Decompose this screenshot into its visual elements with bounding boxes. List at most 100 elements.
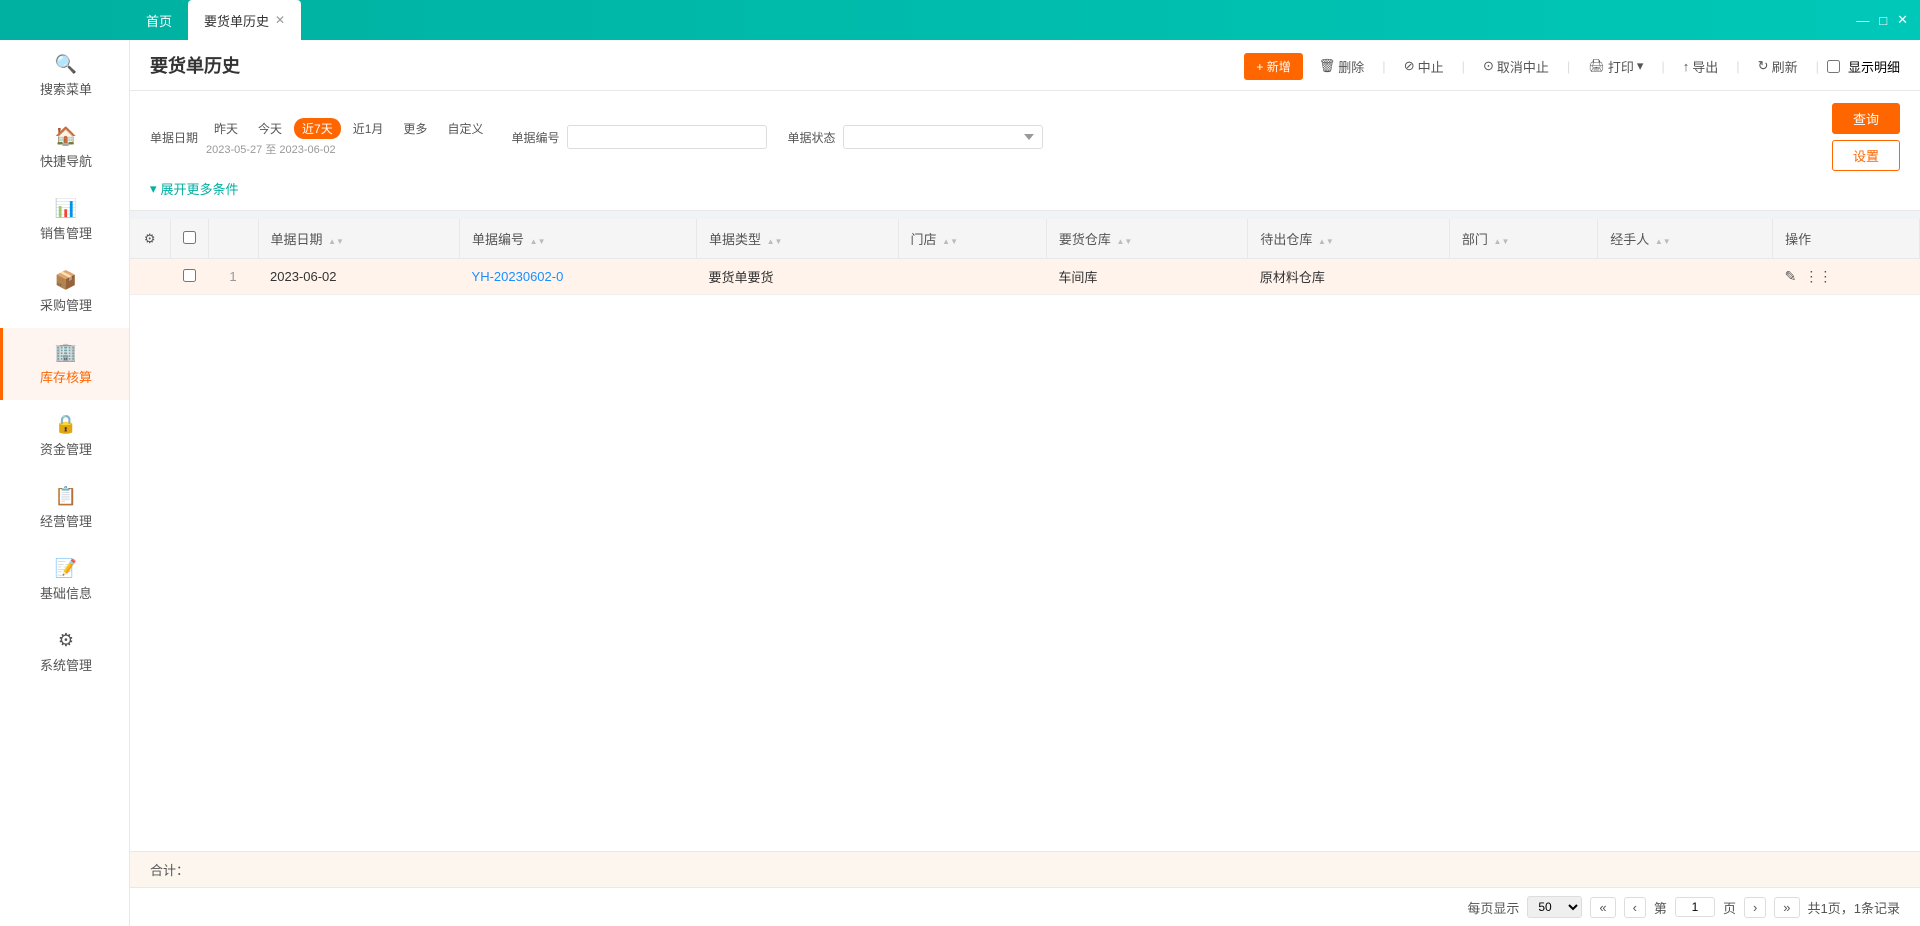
purchase-icon: 📦 xyxy=(55,270,77,291)
tab-home[interactable]: 首页 xyxy=(130,0,188,40)
shortcut-yesterday[interactable]: 昨天 xyxy=(206,118,246,139)
app-body: 🔍 搜索菜单 🏠 快捷导航 📊 销售管理 📦 采购管理 🏢 库存核算 🔒 资金管… xyxy=(0,40,1920,926)
th-checkbox xyxy=(170,219,208,259)
status-label: 单据状态 xyxy=(787,129,835,146)
query-button[interactable]: 查询 xyxy=(1832,103,1900,134)
delete-icon: 🗑 xyxy=(1319,58,1336,74)
th-handler: 经手人 ▲▼ xyxy=(1598,219,1773,259)
settings-gear-icon: ⚙ xyxy=(144,231,156,246)
sort-doc-type-icon[interactable]: ▲▼ xyxy=(767,238,783,246)
toolbar: + 新增 🗑 删除 | ⊘ 中止 | ⊙ 取消中止 | xyxy=(1244,53,1900,90)
sidebar-label-purchase: 采购管理 xyxy=(40,295,92,314)
sidebar-item-operation[interactable]: 📋 经营管理 xyxy=(0,472,129,544)
next-page-button[interactable]: › xyxy=(1744,897,1766,918)
cancel-stop-icon: ⊙ xyxy=(1483,58,1494,74)
home-icon: 🏠 xyxy=(55,126,77,147)
tab-close-icon[interactable]: ✕ xyxy=(275,13,285,27)
th-req-warehouse-label: 要货仓库 xyxy=(1059,232,1111,247)
sort-department-icon[interactable]: ▲▼ xyxy=(1494,238,1510,246)
sidebar-item-sales[interactable]: 📊 销售管理 xyxy=(0,184,129,256)
table-area: ⚙ 单据日期 ▲▼ 单据编号 ▲▼ xyxy=(130,219,1920,851)
page-header: 要货单历史 + 新增 🗑 删除 | ⊘ 中止 | ⊙ 取消中止 xyxy=(130,40,1920,91)
prev-page-button[interactable]: ‹ xyxy=(1624,897,1646,918)
edit-icon[interactable]: ✎ xyxy=(1785,268,1797,285)
page-size-select[interactable]: 10 20 50 100 xyxy=(1527,896,1582,918)
th-department: 部门 ▲▼ xyxy=(1449,219,1597,259)
sidebar-item-inventory[interactable]: 🏢 库存核算 xyxy=(0,328,129,400)
sort-doc-date-icon[interactable]: ▲▼ xyxy=(328,238,344,246)
row-checkbox[interactable] xyxy=(183,269,196,282)
th-store-label: 门店 xyxy=(911,232,937,247)
tab-history-label: 要货单历史 xyxy=(204,11,269,30)
sort-doc-number-icon[interactable]: ▲▼ xyxy=(530,238,546,246)
print-button[interactable]: 🖨 打印 ▾ xyxy=(1578,53,1653,80)
expand-more-row[interactable]: ▾ 展开更多条件 xyxy=(150,179,1900,198)
sort-req-warehouse-icon[interactable]: ▲▼ xyxy=(1116,238,1132,246)
more-icon[interactable]: ⋮⋮ xyxy=(1804,268,1832,285)
doc-number-input[interactable] xyxy=(567,125,767,149)
export-label: 导出 xyxy=(1692,57,1718,76)
refresh-button[interactable]: ↻ 刷新 xyxy=(1748,53,1808,80)
print-icon: 🖨 xyxy=(1588,58,1605,74)
operation-icon: 📋 xyxy=(55,486,77,507)
stop-button[interactable]: ⊘ 中止 xyxy=(1394,53,1454,80)
sidebar-item-basic[interactable]: 📝 基础信息 xyxy=(0,544,129,616)
sidebar-label-sales: 销售管理 xyxy=(40,223,92,242)
sidebar-label-finance: 资金管理 xyxy=(40,439,92,458)
maximize-icon[interactable]: □ xyxy=(1879,13,1887,28)
sidebar-item-finance[interactable]: 🔒 资金管理 xyxy=(0,400,129,472)
display-detail-checkbox[interactable] xyxy=(1827,60,1840,73)
tab-history[interactable]: 要货单历史 ✕ xyxy=(188,0,301,40)
tab-home-label: 首页 xyxy=(146,11,172,30)
current-page-input[interactable]: 1 xyxy=(1675,897,1715,917)
th-doc-type-label: 单据类型 xyxy=(709,232,761,247)
sort-handler-icon[interactable]: ▲▼ xyxy=(1655,238,1671,246)
sidebar: 🔍 搜索菜单 🏠 快捷导航 📊 销售管理 📦 采购管理 🏢 库存核算 🔒 资金管… xyxy=(0,40,130,926)
td-handler xyxy=(1598,259,1773,295)
sidebar-item-purchase[interactable]: 📦 采购管理 xyxy=(0,256,129,328)
status-select[interactable] xyxy=(843,125,1043,149)
sidebar-item-search[interactable]: 🔍 搜索菜单 xyxy=(0,40,129,112)
th-doc-type: 单据类型 ▲▼ xyxy=(696,219,898,259)
delete-button[interactable]: 🗑 删除 xyxy=(1309,53,1375,80)
date-filter-group: 单据日期 昨天 今天 近7天 近1月 更多 自定义 2023-05-27 至 2… xyxy=(150,118,491,157)
close-icon[interactable]: ✕ xyxy=(1897,12,1908,28)
shortcut-1month[interactable]: 近1月 xyxy=(345,118,392,139)
shortcut-more[interactable]: 更多 xyxy=(395,118,435,139)
th-doc-number-label: 单据编号 xyxy=(472,232,524,247)
select-all-checkbox[interactable] xyxy=(183,231,196,244)
page-title: 要货单历史 xyxy=(150,52,240,78)
shortcut-7days[interactable]: 近7天 xyxy=(294,118,341,139)
sidebar-item-system[interactable]: ⚙ 系统管理 xyxy=(0,616,129,688)
divider2: | xyxy=(1462,59,1465,74)
filter-area: 单据日期 昨天 今天 近7天 近1月 更多 自定义 2023-05-27 至 2… xyxy=(130,91,1920,211)
last-page-button[interactable]: » xyxy=(1774,897,1799,918)
sort-pending-warehouse-icon[interactable]: ▲▼ xyxy=(1318,238,1334,246)
display-detail-label: 显示明细 xyxy=(1848,57,1900,76)
shortcut-custom[interactable]: 自定义 xyxy=(439,118,491,139)
add-button[interactable]: + 新增 xyxy=(1244,53,1302,80)
doc-number-link[interactable]: YH-20230602-0 xyxy=(472,269,564,284)
th-settings[interactable]: ⚙ xyxy=(130,219,170,259)
action-icons: ✎ ⋮⋮ xyxy=(1785,268,1908,285)
data-table: ⚙ 单据日期 ▲▼ 单据编号 ▲▼ xyxy=(130,219,1920,295)
status-filter-group: 单据状态 xyxy=(787,125,1043,149)
th-store: 门店 ▲▼ xyxy=(898,219,1046,259)
shortcut-today[interactable]: 今天 xyxy=(250,118,290,139)
filter-settings-button[interactable]: 设置 xyxy=(1832,140,1900,171)
td-store xyxy=(898,259,1046,295)
th-doc-date-label: 单据日期 xyxy=(271,232,323,247)
sidebar-item-nav[interactable]: 🏠 快捷导航 xyxy=(0,112,129,184)
export-button[interactable]: ↑ 导出 xyxy=(1673,53,1729,80)
filter-row: 单据日期 昨天 今天 近7天 近1月 更多 自定义 2023-05-27 至 2… xyxy=(150,103,1900,171)
td-department xyxy=(1449,259,1597,295)
th-doc-number: 单据编号 ▲▼ xyxy=(460,219,697,259)
cancel-stop-button[interactable]: ⊙ 取消中止 xyxy=(1473,53,1559,80)
td-num: 1 xyxy=(208,259,258,295)
system-icon: ⚙ xyxy=(58,630,74,651)
divider3: | xyxy=(1567,59,1570,74)
th-pending-warehouse: 待出仓库 ▲▼ xyxy=(1248,219,1450,259)
first-page-button[interactable]: « xyxy=(1590,897,1615,918)
minimize-icon[interactable]: — xyxy=(1856,13,1869,28)
sort-store-icon[interactable]: ▲▼ xyxy=(942,238,958,246)
